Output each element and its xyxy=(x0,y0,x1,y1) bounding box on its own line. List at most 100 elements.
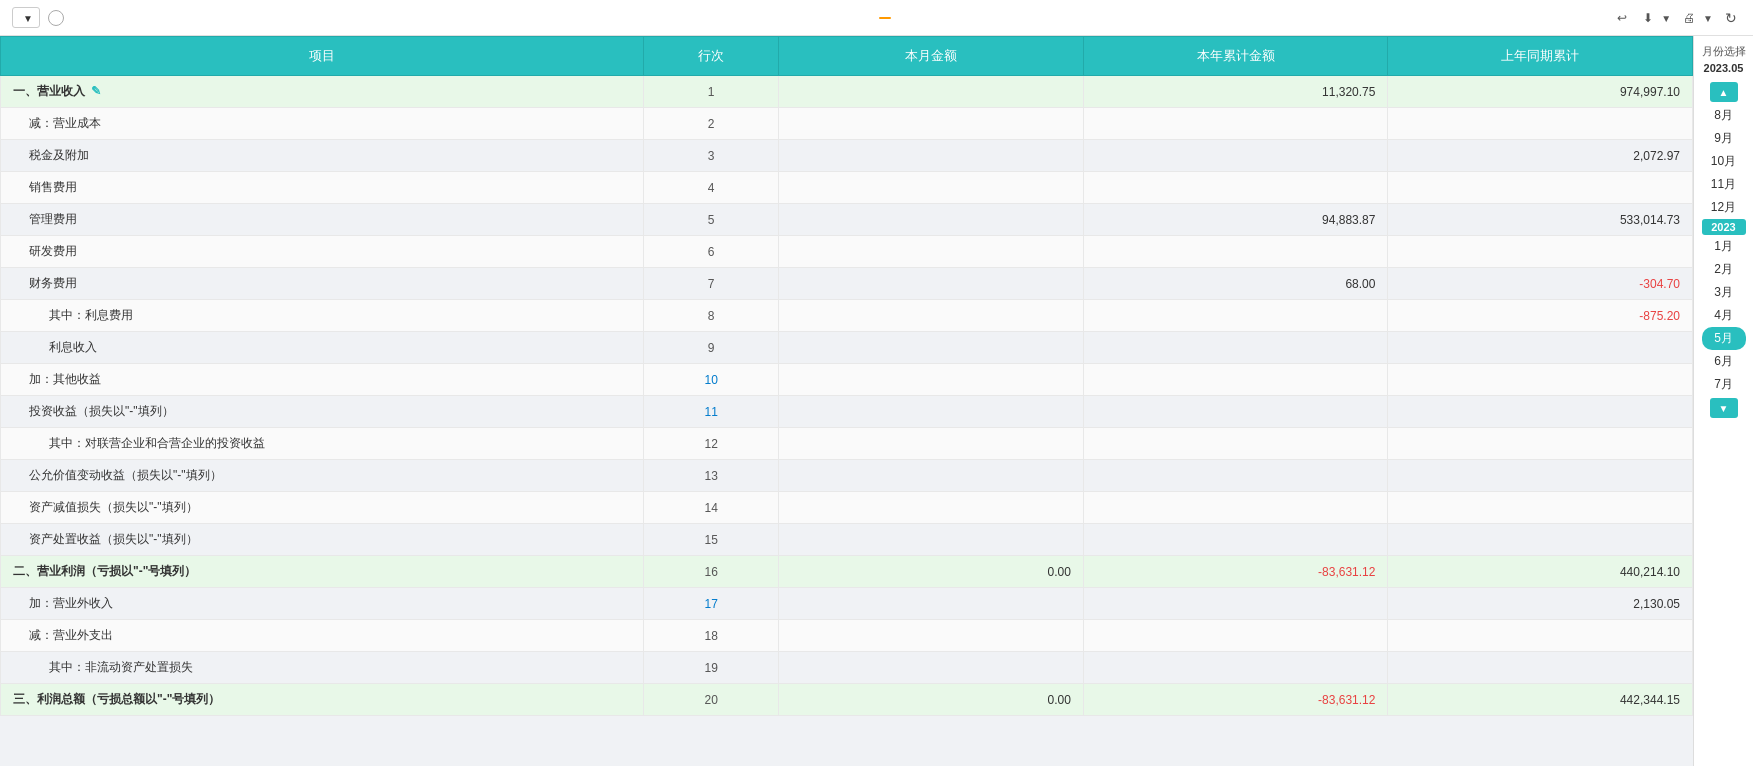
month-nav-down-button[interactable]: ▼ xyxy=(1710,398,1738,418)
cell-year-amount xyxy=(1083,396,1388,428)
print-button[interactable] xyxy=(1683,11,1713,25)
header-item: 项目 xyxy=(1,37,644,76)
header-year: 本年累计金额 xyxy=(1083,37,1388,76)
cell-month-amount xyxy=(779,492,1084,524)
cell-year-amount: 68.00 xyxy=(1083,268,1388,300)
download-icon xyxy=(1643,11,1653,25)
cell-year-amount xyxy=(1083,620,1388,652)
cell-row-num: 20 xyxy=(643,684,778,716)
cell-row-num: 6 xyxy=(643,236,778,268)
cell-row-num: 3 xyxy=(643,140,778,172)
download-button[interactable] xyxy=(1643,11,1671,25)
cell-row-num: 8 xyxy=(643,300,778,332)
cell-prev-amount xyxy=(1388,236,1693,268)
cell-prev-amount: -875.20 xyxy=(1388,300,1693,332)
cell-month-amount xyxy=(779,652,1084,684)
table-row: 税金及附加32,072.97 xyxy=(1,140,1693,172)
cell-month-amount xyxy=(779,76,1084,108)
cell-prev-amount xyxy=(1388,524,1693,556)
cell-item: 加：其他收益 xyxy=(1,364,644,396)
cell-item: 减：营业外支出 xyxy=(1,620,644,652)
month-item[interactable]: 3月 xyxy=(1702,281,1746,304)
cell-month-amount xyxy=(779,588,1084,620)
cell-row-num: 16 xyxy=(643,556,778,588)
category-selector[interactable] xyxy=(12,7,40,28)
current-date: 2023.05 xyxy=(1704,62,1744,74)
cell-month-amount: 0.00 xyxy=(779,556,1084,588)
cell-prev-amount xyxy=(1388,492,1693,524)
cell-month-amount xyxy=(779,268,1084,300)
cell-month-amount xyxy=(779,300,1084,332)
month-item[interactable]: 7月 xyxy=(1702,373,1746,396)
cell-prev-amount xyxy=(1388,332,1693,364)
table-row: 管理费用594,883.87533,014.73 xyxy=(1,204,1693,236)
header-prev: 上年同期累计 xyxy=(1388,37,1693,76)
month-item[interactable]: 6月 xyxy=(1702,350,1746,373)
cell-item: 投资收益（损失以"-"填列） xyxy=(1,396,644,428)
cell-prev-amount: -304.70 xyxy=(1388,268,1693,300)
cell-row-num: 7 xyxy=(643,268,778,300)
cell-year-amount xyxy=(1083,364,1388,396)
cell-item: 二、营业利润（亏损以"-"号填列） xyxy=(1,556,644,588)
cell-year-amount xyxy=(1083,332,1388,364)
cell-item: 管理费用 xyxy=(1,204,644,236)
table-row: 资产处置收益（损失以"-"填列）15 xyxy=(1,524,1693,556)
cell-row-num: 10 xyxy=(643,364,778,396)
download-arrow-icon xyxy=(1661,11,1671,25)
cell-year-amount xyxy=(1083,652,1388,684)
month-item[interactable]: 10月 xyxy=(1702,150,1746,173)
table-row: 加：其他收益10 xyxy=(1,364,1693,396)
cell-row-num: 9 xyxy=(643,332,778,364)
cell-item: 其中：对联营企业和合营企业的投资收益 xyxy=(1,428,644,460)
month-item[interactable]: 2月 xyxy=(1702,258,1746,281)
cell-year-amount: 11,320.75 xyxy=(1083,76,1388,108)
cell-month-amount xyxy=(779,332,1084,364)
table-row: 投资收益（损失以"-"填列）11 xyxy=(1,396,1693,428)
cell-item: 研发费用 xyxy=(1,236,644,268)
cell-year-amount xyxy=(1083,460,1388,492)
cell-month-amount xyxy=(779,108,1084,140)
table-row: 公允价值变动收益（损失以"-"填列）13 xyxy=(1,460,1693,492)
cell-prev-amount: 2,130.05 xyxy=(1388,588,1693,620)
cell-year-amount xyxy=(1083,588,1388,620)
cell-year-amount xyxy=(1083,428,1388,460)
year-label[interactable]: 2023 xyxy=(1702,219,1746,235)
help-icon[interactable] xyxy=(48,10,64,26)
print-icon xyxy=(1683,11,1695,25)
cell-month-amount xyxy=(779,172,1084,204)
table-row: 减：营业成本2 xyxy=(1,108,1693,140)
cell-month-amount xyxy=(779,204,1084,236)
month-item[interactable]: 5月 xyxy=(1702,327,1746,350)
refresh-icon xyxy=(1725,10,1737,26)
month-nav-up-button[interactable]: ▲ xyxy=(1710,82,1738,102)
cell-prev-amount: 440,214.10 xyxy=(1388,556,1693,588)
month-item[interactable]: 4月 xyxy=(1702,304,1746,327)
cell-month-amount xyxy=(779,236,1084,268)
edit-icon[interactable]: ✎ xyxy=(91,84,101,98)
month-item[interactable]: 8月 xyxy=(1702,104,1746,127)
cell-item: 公允价值变动收益（损失以"-"填列） xyxy=(1,460,644,492)
cell-item: 销售费用 xyxy=(1,172,644,204)
cell-year-amount: -83,631.12 xyxy=(1083,684,1388,716)
cell-year-amount xyxy=(1083,108,1388,140)
month-item[interactable]: 9月 xyxy=(1702,127,1746,150)
back-button[interactable] xyxy=(1617,11,1631,25)
table-row: 财务费用768.00-304.70 xyxy=(1,268,1693,300)
refresh-button[interactable] xyxy=(1725,10,1741,26)
cell-prev-amount xyxy=(1388,652,1693,684)
cell-year-amount xyxy=(1083,524,1388,556)
status-badge xyxy=(879,17,891,19)
month-item[interactable]: 11月 xyxy=(1702,173,1746,196)
month-item[interactable]: 12月 xyxy=(1702,196,1746,219)
cell-year-amount: -83,631.12 xyxy=(1083,556,1388,588)
cell-item: 其中：利息费用 xyxy=(1,300,644,332)
print-arrow-icon xyxy=(1703,11,1713,25)
table-row: 三、利润总额（亏损总额以"-"号填列）200.00-83,631.12442,3… xyxy=(1,684,1693,716)
cell-year-amount: 94,883.87 xyxy=(1083,204,1388,236)
main-content: 项目 行次 本月金额 本年累计金额 上年同期累计 一、营业收入✎111,320.… xyxy=(0,36,1693,766)
cell-item: 其中：非流动资产处置损失 xyxy=(1,652,644,684)
month-item[interactable]: 1月 xyxy=(1702,235,1746,258)
cell-year-amount xyxy=(1083,236,1388,268)
cell-row-num: 4 xyxy=(643,172,778,204)
cell-month-amount xyxy=(779,396,1084,428)
